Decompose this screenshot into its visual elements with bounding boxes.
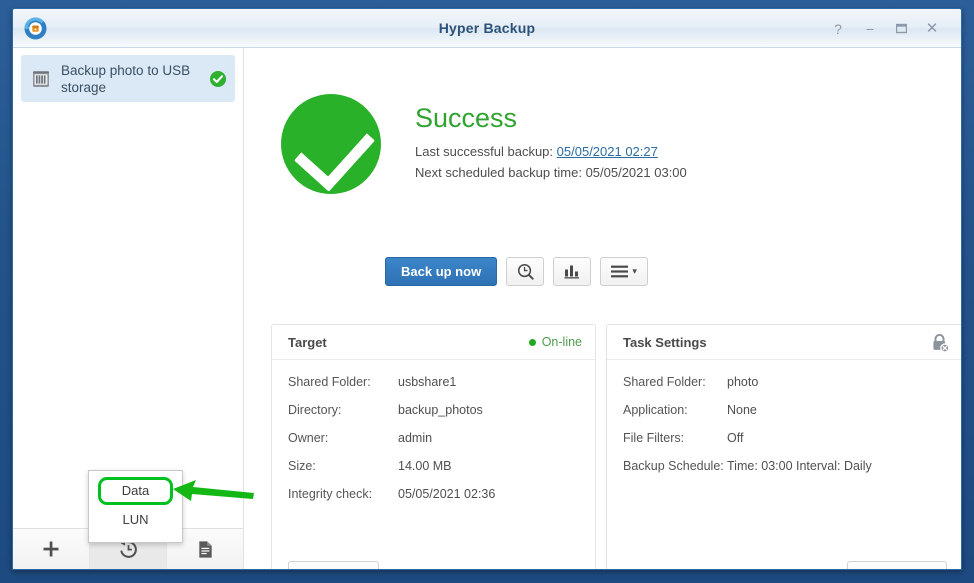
- online-status-dot: [528, 338, 536, 346]
- table-row: Backup Schedule: Time: 03:00 Interval: D…: [623, 458, 947, 474]
- row-value: Time: 03:00 Interval: Daily: [727, 459, 872, 473]
- row-key: Backup Schedule:: [623, 459, 724, 473]
- task-settings-panel-footer: Task Settings: [607, 561, 961, 569]
- bar-chart-icon: [564, 265, 580, 279]
- annotation-arrow: [173, 480, 254, 501]
- next-backup-label: Next scheduled backup time:: [415, 165, 582, 180]
- target-panel-title: Target: [288, 334, 327, 350]
- status-block: Success Last successful backup: 05/05/20…: [281, 94, 687, 194]
- table-row: Directory: backup_photos: [288, 402, 579, 418]
- task-settings-panel-title: Task Settings: [623, 334, 707, 350]
- last-backup-label: Last successful backup:: [415, 144, 554, 159]
- main-panel: Success Last successful backup: 05/05/20…: [245, 48, 961, 569]
- sidebar-item-label: Backup photo to USB storage: [61, 62, 191, 95]
- title-bar: Hyper Backup ? − ✕: [13, 9, 961, 48]
- row-key: File Filters:: [623, 431, 685, 445]
- maximize-button[interactable]: [890, 19, 912, 39]
- table-row: Integrity check: 05/05/2021 02:36: [288, 486, 579, 502]
- target-panel-body: Shared Folder: usbshare1 Directory: back…: [272, 360, 595, 502]
- row-value: 05/05/2021 02:36: [398, 487, 496, 501]
- target-panel: Target On-line Shared Folder: usbshare1 …: [271, 324, 596, 569]
- row-value: Off: [727, 431, 744, 445]
- statistics-button[interactable]: [553, 257, 592, 286]
- table-row: Shared Folder: usbshare1: [288, 374, 579, 390]
- window-title: Hyper Backup: [438, 20, 536, 36]
- row-value: photo: [727, 375, 759, 389]
- plus-icon: [43, 541, 59, 557]
- row-key: Owner:: [288, 431, 329, 445]
- help-button[interactable]: ?: [827, 19, 849, 39]
- backup-type-popup-menu: Data LUN: [88, 470, 183, 543]
- add-task-button[interactable]: [13, 529, 90, 569]
- status-title: Success: [415, 103, 518, 133]
- row-key: Shared Folder:: [623, 375, 706, 389]
- target-status-badge: On-line: [528, 335, 582, 349]
- next-backup-value: 05/05/2021 03:00: [585, 165, 687, 180]
- table-row: Application: None: [623, 402, 947, 418]
- chevron-down-icon: ▾: [632, 266, 637, 276]
- row-value: 14.00 MB: [398, 459, 452, 473]
- more-actions-button[interactable]: ▾: [600, 257, 649, 286]
- nas-server-icon: [30, 68, 52, 90]
- back-up-now-button[interactable]: Back up now: [385, 257, 498, 286]
- popup-item-data[interactable]: Data: [98, 477, 173, 505]
- online-status-text: On-line: [541, 335, 582, 349]
- table-row: Size: 14.00 MB: [288, 458, 579, 474]
- row-key: Application:: [623, 403, 688, 417]
- row-value: None: [727, 403, 757, 417]
- popup-item-lun[interactable]: LUN: [89, 505, 182, 535]
- target-panel-header: Target On-line: [272, 325, 595, 360]
- task-settings-panel: Task Settings Shared Folder: photo Appli…: [606, 324, 961, 569]
- encryption-status: [929, 332, 950, 353]
- explore-backup-button[interactable]: [506, 257, 545, 286]
- last-backup-value[interactable]: 05/05/2021 02:27: [557, 144, 658, 159]
- last-backup-line: Last successful backup: 05/05/2021 02:27: [415, 144, 687, 160]
- status-text-group: Success Last successful backup: 05/05/20…: [415, 94, 687, 181]
- row-value: backup_photos: [398, 403, 483, 417]
- hamburger-menu-icon: [611, 265, 629, 277]
- version-list-button[interactable]: Version List: [288, 561, 379, 569]
- row-key: Shared Folder:: [288, 375, 371, 389]
- document-log-icon: [198, 540, 212, 558]
- task-settings-button[interactable]: Task Settings: [846, 561, 947, 569]
- sidebar-item-backup-task[interactable]: Backup photo to USB storage: [21, 55, 235, 102]
- magnifier-clock-icon: [517, 263, 534, 280]
- maximize-icon: [895, 23, 907, 34]
- table-row: Owner: admin: [288, 430, 579, 446]
- row-key: Integrity check:: [288, 487, 373, 501]
- table-row: File Filters: Off: [623, 430, 947, 446]
- next-backup-line: Next scheduled backup time: 05/05/2021 0…: [415, 165, 687, 181]
- task-settings-panel-body: Shared Folder: photo Application: None F…: [607, 360, 961, 474]
- target-panel-footer: Version List: [272, 561, 595, 569]
- lock-disabled-icon: [933, 333, 950, 353]
- minimize-button[interactable]: −: [859, 19, 881, 39]
- large-success-check-icon: [281, 94, 381, 194]
- row-value: usbshare1: [398, 375, 457, 389]
- success-check-icon: [209, 70, 227, 88]
- action-toolbar: Back up now ▾: [385, 257, 649, 286]
- task-settings-panel-header: Task Settings: [607, 325, 961, 360]
- table-row: Shared Folder: photo: [623, 374, 947, 390]
- row-key: Directory:: [288, 403, 342, 417]
- close-button[interactable]: ✕: [921, 19, 943, 39]
- row-key: Size:: [288, 459, 316, 473]
- row-value: admin: [398, 431, 433, 445]
